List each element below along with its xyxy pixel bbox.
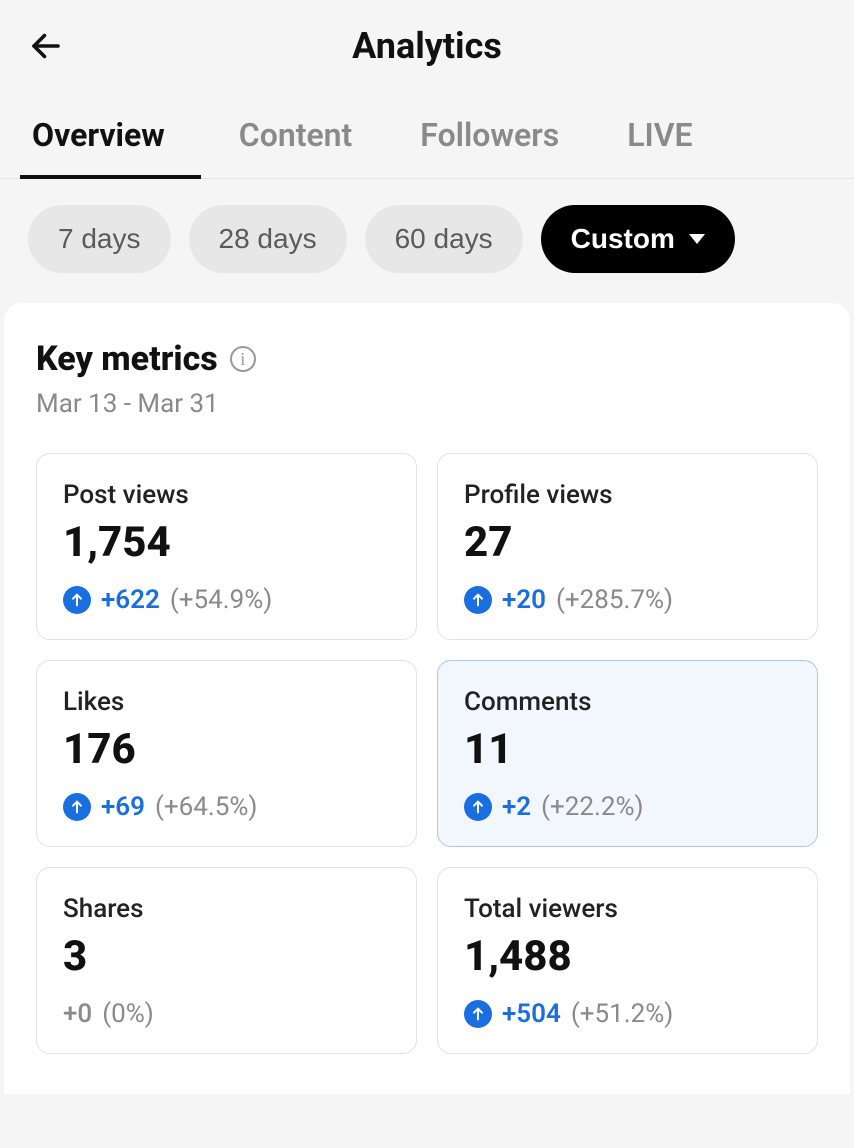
arrow-left-icon xyxy=(28,28,64,64)
back-button[interactable] xyxy=(24,24,68,68)
delta-absolute: +2 xyxy=(502,792,531,822)
metric-label: Profile views xyxy=(464,480,791,510)
metric-delta: +2 (+22.2%) xyxy=(464,792,791,822)
delta-absolute: +504 xyxy=(502,999,561,1029)
metrics-grid: Post views 1,754 +622 (+54.9%) Profile v… xyxy=(36,453,818,1054)
delta-absolute: +69 xyxy=(101,792,145,822)
range-28-days[interactable]: 28 days xyxy=(189,205,347,273)
range-custom-label: Custom xyxy=(571,223,675,255)
page-title: Analytics xyxy=(352,25,502,67)
date-range-label: Mar 13 - Mar 31 xyxy=(36,389,818,419)
metric-value: 11 xyxy=(464,725,791,774)
metric-label: Likes xyxy=(63,687,390,717)
delta-percent: (+285.7%) xyxy=(556,585,673,615)
info-icon[interactable]: i xyxy=(230,346,256,372)
range-7-days[interactable]: 7 days xyxy=(28,205,171,273)
arrow-up-icon xyxy=(464,793,492,821)
metric-value: 1,488 xyxy=(464,932,791,981)
metric-value: 3 xyxy=(63,932,390,981)
section-heading: Key metrics i xyxy=(36,339,818,379)
metric-profile-views[interactable]: Profile views 27 +20 (+285.7%) xyxy=(437,453,818,640)
metric-comments[interactable]: Comments 11 +2 (+22.2%) xyxy=(437,660,818,847)
delta-percent: (+51.2%) xyxy=(571,999,673,1029)
arrow-up-icon xyxy=(464,586,492,614)
metric-label: Shares xyxy=(63,894,390,924)
metric-value: 176 xyxy=(63,725,390,774)
tabs: Overview Content Followers LIVE xyxy=(0,92,854,179)
metric-label: Total viewers xyxy=(464,894,791,924)
date-range-selector: 7 days 28 days 60 days Custom xyxy=(0,179,854,303)
range-60-days[interactable]: 60 days xyxy=(365,205,523,273)
metric-post-views[interactable]: Post views 1,754 +622 (+54.9%) xyxy=(36,453,417,640)
metric-total-viewers[interactable]: Total viewers 1,488 +504 (+51.2%) xyxy=(437,867,818,1054)
metric-delta: +622 (+54.9%) xyxy=(63,585,390,615)
tab-live[interactable]: LIVE xyxy=(617,92,722,178)
delta-absolute: +622 xyxy=(101,585,160,615)
delta-absolute: +20 xyxy=(502,585,546,615)
key-metrics-card: Key metrics i Mar 13 - Mar 31 Post views… xyxy=(4,303,850,1094)
delta-percent: (+54.9%) xyxy=(170,585,272,615)
delta-percent: (0%) xyxy=(102,999,154,1029)
metric-delta: +69 (+64.5%) xyxy=(63,792,390,822)
tab-overview[interactable]: Overview xyxy=(20,92,201,178)
delta-percent: (+64.5%) xyxy=(155,792,257,822)
tab-followers[interactable]: Followers xyxy=(410,92,589,178)
arrow-up-icon xyxy=(63,586,91,614)
range-custom[interactable]: Custom xyxy=(541,205,735,273)
metric-label: Comments xyxy=(464,687,791,717)
analytics-screen: Analytics Overview Content Followers LIV… xyxy=(0,0,854,1148)
tab-content[interactable]: Content xyxy=(229,92,383,178)
arrow-up-icon xyxy=(464,1000,492,1028)
section-title: Key metrics xyxy=(36,339,218,379)
metric-shares[interactable]: Shares 3 +0 (0%) xyxy=(36,867,417,1054)
chevron-down-icon xyxy=(689,234,705,244)
delta-absolute: +0 xyxy=(63,999,92,1029)
metric-delta: +20 (+285.7%) xyxy=(464,585,791,615)
metric-value: 27 xyxy=(464,518,791,567)
metric-label: Post views xyxy=(63,480,390,510)
metric-delta: +504 (+51.2%) xyxy=(464,999,791,1029)
delta-percent: (+22.2%) xyxy=(541,792,643,822)
metric-value: 1,754 xyxy=(63,518,390,567)
arrow-up-icon xyxy=(63,793,91,821)
metric-delta: +0 (0%) xyxy=(63,999,390,1029)
metric-likes[interactable]: Likes 176 +69 (+64.5%) xyxy=(36,660,417,847)
header: Analytics xyxy=(0,0,854,92)
